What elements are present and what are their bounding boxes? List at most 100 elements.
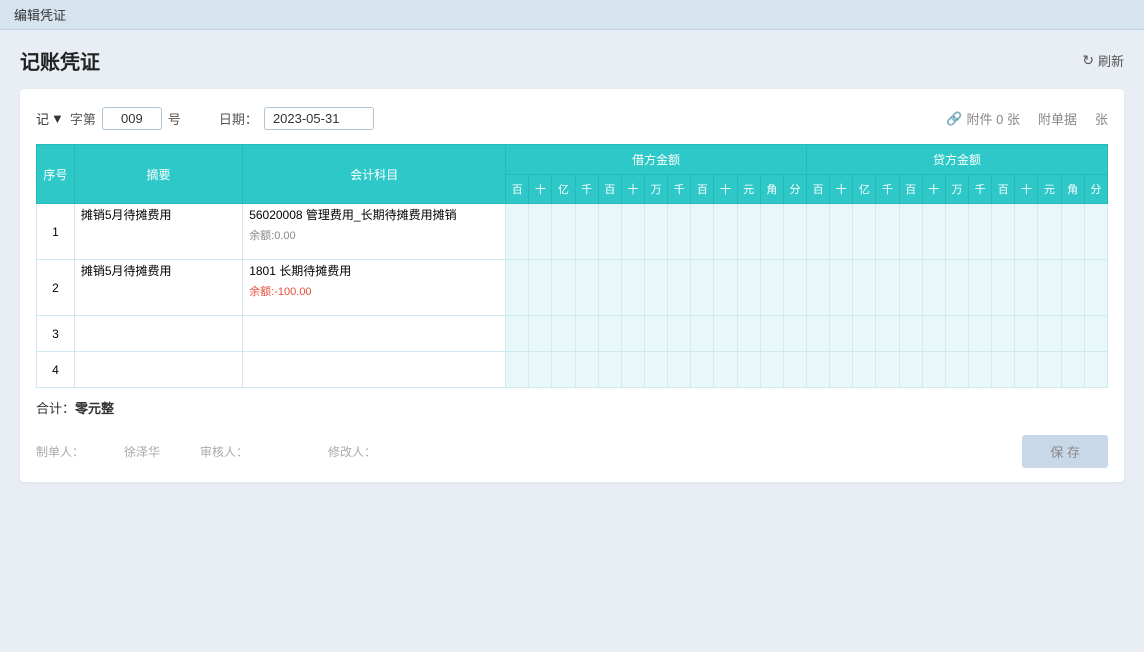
debit-digit-1-12[interactable]: [783, 260, 806, 316]
attachment-button[interactable]: 🔗 附件 0 张: [946, 109, 1020, 128]
debit-digit-0-10[interactable]: [737, 204, 760, 260]
debit-digit-3-12[interactable]: [783, 352, 806, 388]
credit-digit-3-10[interactable]: [1038, 352, 1061, 388]
debit-digit-0-6[interactable]: [645, 204, 668, 260]
debit-digit-2-2[interactable]: [552, 316, 575, 352]
credit-digit-2-11[interactable]: [1061, 316, 1084, 352]
credit-digit-2-7[interactable]: [969, 316, 992, 352]
debit-digit-3-7[interactable]: [668, 352, 691, 388]
credit-digit-2-8[interactable]: [992, 316, 1015, 352]
debit-digit-2-6[interactable]: [645, 316, 668, 352]
credit-digit-1-2[interactable]: [853, 260, 876, 316]
debit-digit-0-5[interactable]: [621, 204, 644, 260]
debit-digit-1-6[interactable]: [645, 260, 668, 316]
credit-digit-0-12[interactable]: [1084, 204, 1107, 260]
credit-digit-2-2[interactable]: [853, 316, 876, 352]
credit-digit-1-5[interactable]: [922, 260, 945, 316]
debit-digit-0-1[interactable]: [529, 204, 552, 260]
account-cell-2[interactable]: [243, 316, 506, 352]
debit-digit-2-9[interactable]: [714, 316, 737, 352]
voucher-number-input[interactable]: [102, 107, 162, 130]
credit-digit-1-11[interactable]: [1061, 260, 1084, 316]
debit-digit-2-4[interactable]: [598, 316, 621, 352]
debit-digit-0-2[interactable]: [552, 204, 575, 260]
debit-digit-2-8[interactable]: [691, 316, 714, 352]
account-cell-3[interactable]: [243, 352, 506, 388]
credit-digit-0-8[interactable]: [992, 204, 1015, 260]
credit-digit-2-10[interactable]: [1038, 316, 1061, 352]
credit-digit-1-12[interactable]: [1084, 260, 1107, 316]
debit-digit-3-5[interactable]: [621, 352, 644, 388]
credit-digit-2-0[interactable]: [807, 316, 830, 352]
credit-digit-3-0[interactable]: [807, 352, 830, 388]
debit-digit-1-9[interactable]: [714, 260, 737, 316]
credit-digit-0-6[interactable]: [945, 204, 968, 260]
debit-digit-0-11[interactable]: [760, 204, 783, 260]
debit-digit-2-3[interactable]: [575, 316, 598, 352]
debit-digit-3-1[interactable]: [529, 352, 552, 388]
debit-digit-0-9[interactable]: [714, 204, 737, 260]
debit-digit-2-11[interactable]: [760, 316, 783, 352]
single-voucher-button[interactable]: 附单据: [1038, 109, 1077, 128]
summary-cell-3[interactable]: [74, 352, 242, 388]
credit-digit-0-4[interactable]: [899, 204, 922, 260]
debit-digit-0-3[interactable]: [575, 204, 598, 260]
credit-digit-0-7[interactable]: [969, 204, 992, 260]
credit-digit-0-0[interactable]: [807, 204, 830, 260]
debit-digit-1-0[interactable]: [506, 260, 529, 316]
debit-digit-1-8[interactable]: [691, 260, 714, 316]
credit-digit-0-1[interactable]: [830, 204, 853, 260]
debit-digit-2-7[interactable]: [668, 316, 691, 352]
debit-digit-0-4[interactable]: [598, 204, 621, 260]
credit-digit-3-5[interactable]: [922, 352, 945, 388]
credit-digit-0-10[interactable]: [1038, 204, 1061, 260]
credit-digit-3-3[interactable]: [876, 352, 899, 388]
debit-digit-1-5[interactable]: [621, 260, 644, 316]
debit-digit-3-8[interactable]: [691, 352, 714, 388]
debit-digit-1-11[interactable]: [760, 260, 783, 316]
credit-digit-0-9[interactable]: [1015, 204, 1038, 260]
debit-digit-3-11[interactable]: [760, 352, 783, 388]
debit-digit-3-2[interactable]: [552, 352, 575, 388]
credit-digit-2-6[interactable]: [945, 316, 968, 352]
credit-digit-1-0[interactable]: [807, 260, 830, 316]
debit-digit-3-9[interactable]: [714, 352, 737, 388]
debit-digit-2-5[interactable]: [621, 316, 644, 352]
credit-digit-1-1[interactable]: [830, 260, 853, 316]
credit-digit-2-1[interactable]: [830, 316, 853, 352]
debit-digit-1-3[interactable]: [575, 260, 598, 316]
refresh-button[interactable]: ↻ 刷新: [1082, 51, 1124, 70]
credit-digit-1-10[interactable]: [1038, 260, 1061, 316]
debit-digit-1-7[interactable]: [668, 260, 691, 316]
credit-digit-2-3[interactable]: [876, 316, 899, 352]
credit-digit-3-2[interactable]: [853, 352, 876, 388]
credit-digit-3-7[interactable]: [969, 352, 992, 388]
debit-digit-2-0[interactable]: [506, 316, 529, 352]
voucher-type-dropdown[interactable]: 记 ▼: [36, 109, 64, 128]
debit-digit-1-10[interactable]: [737, 260, 760, 316]
credit-digit-2-4[interactable]: [899, 316, 922, 352]
summary-cell-0[interactable]: 摊销5月待摊费用: [74, 204, 242, 260]
credit-digit-3-8[interactable]: [992, 352, 1015, 388]
credit-digit-1-9[interactable]: [1015, 260, 1038, 316]
debit-digit-0-0[interactable]: [506, 204, 529, 260]
debit-digit-3-3[interactable]: [575, 352, 598, 388]
credit-digit-3-11[interactable]: [1061, 352, 1084, 388]
debit-digit-2-1[interactable]: [529, 316, 552, 352]
debit-digit-2-12[interactable]: [783, 316, 806, 352]
credit-digit-3-12[interactable]: [1084, 352, 1107, 388]
debit-digit-3-10[interactable]: [737, 352, 760, 388]
credit-digit-0-5[interactable]: [922, 204, 945, 260]
credit-digit-1-4[interactable]: [899, 260, 922, 316]
credit-digit-1-3[interactable]: [876, 260, 899, 316]
credit-digit-3-9[interactable]: [1015, 352, 1038, 388]
date-input[interactable]: [264, 107, 374, 130]
save-button[interactable]: 保 存: [1022, 435, 1108, 468]
debit-digit-1-4[interactable]: [598, 260, 621, 316]
credit-digit-1-6[interactable]: [945, 260, 968, 316]
summary-cell-2[interactable]: [74, 316, 242, 352]
debit-digit-0-7[interactable]: [668, 204, 691, 260]
debit-digit-3-6[interactable]: [645, 352, 668, 388]
credit-digit-1-8[interactable]: [992, 260, 1015, 316]
debit-digit-1-1[interactable]: [529, 260, 552, 316]
